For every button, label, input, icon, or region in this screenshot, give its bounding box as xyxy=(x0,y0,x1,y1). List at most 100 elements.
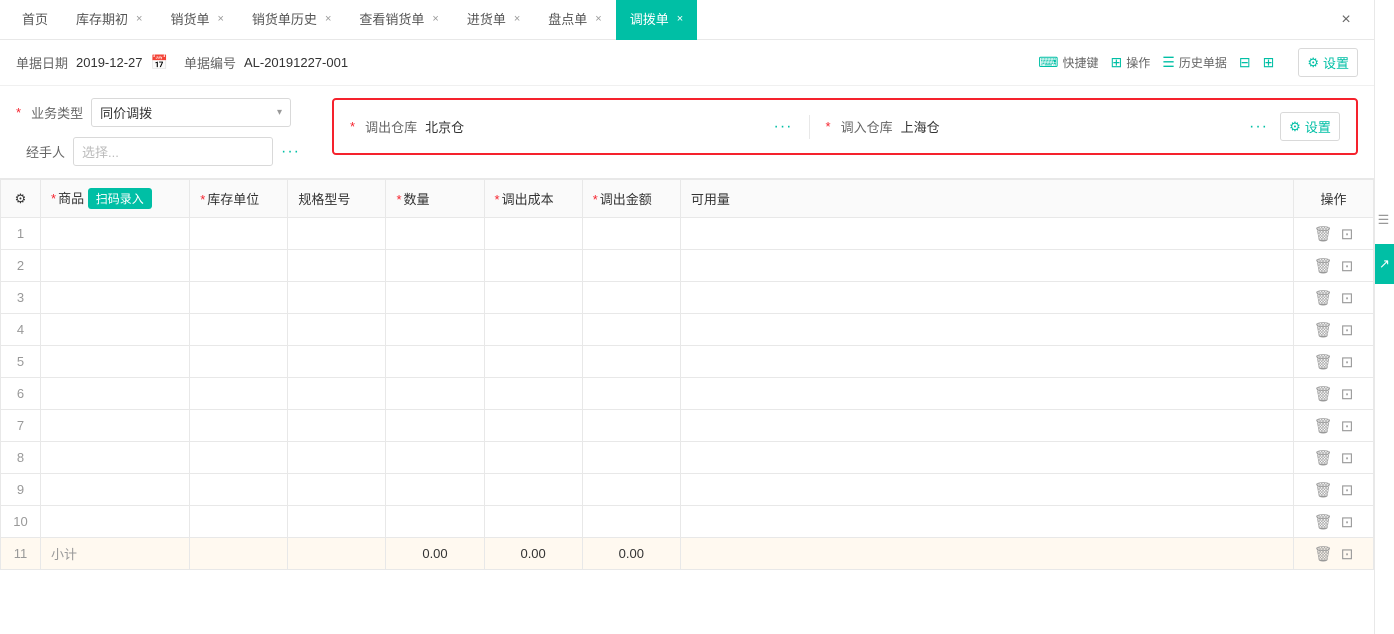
handler-input[interactable]: 选择... xyxy=(73,137,273,166)
tab-transfer[interactable]: 调拨单 × xyxy=(616,0,697,40)
delete-icon-7[interactable]: 🗑 xyxy=(1314,417,1333,435)
row-cost-10[interactable] xyxy=(484,506,582,538)
row-spec-8[interactable] xyxy=(288,442,386,474)
row-unit-6[interactable] xyxy=(190,378,288,410)
sidebar-export-icon[interactable]: ↗ xyxy=(1375,244,1394,284)
row-quantity-1[interactable] xyxy=(386,218,484,250)
row-available-2[interactable] xyxy=(680,250,1293,282)
copy-icon-10[interactable]: ⊡ xyxy=(1341,513,1354,531)
tab-inventory-init[interactable]: 库存期初 × xyxy=(62,0,156,40)
row-available-8[interactable] xyxy=(680,442,1293,474)
copy-icon[interactable]: ⊡ xyxy=(1341,545,1354,563)
copy-icon-5[interactable]: ⊡ xyxy=(1341,353,1354,371)
setting-button[interactable]: ⚙ 设置 xyxy=(1298,48,1358,77)
row-product-3[interactable] xyxy=(41,282,190,314)
delete-icon-6[interactable]: 🗑 xyxy=(1314,385,1333,403)
row-quantity-3[interactable] xyxy=(386,282,484,314)
row-quantity-9[interactable] xyxy=(386,474,484,506)
tab-purchase-close[interactable]: × xyxy=(514,13,520,25)
row-product-2[interactable] xyxy=(41,250,190,282)
row-amount-6[interactable] xyxy=(582,378,680,410)
row-amount-8[interactable] xyxy=(582,442,680,474)
copy-icon-7[interactable]: ⊡ xyxy=(1341,417,1354,435)
tab-sales-history[interactable]: 销货单历史 × xyxy=(238,0,345,40)
row-cost-7[interactable] xyxy=(484,410,582,442)
copy-icon-1[interactable]: ⊡ xyxy=(1341,225,1354,243)
handler-more-icon[interactable]: ··· xyxy=(281,143,300,161)
row-available-1[interactable] xyxy=(680,218,1293,250)
copy-icon-2[interactable]: ⊡ xyxy=(1341,257,1354,275)
copy-icon-9[interactable]: ⊡ xyxy=(1341,481,1354,499)
copy-icon-4[interactable]: ⊡ xyxy=(1341,321,1354,339)
copy-icon-6[interactable]: ⊡ xyxy=(1341,385,1354,403)
row-unit-5[interactable] xyxy=(190,346,288,378)
row-product-5[interactable] xyxy=(41,346,190,378)
row-amount-3[interactable] xyxy=(582,282,680,314)
copy-icon-3[interactable]: ⊡ xyxy=(1341,289,1354,307)
tab-sales-order-close[interactable]: × xyxy=(217,13,223,25)
row-spec-10[interactable] xyxy=(288,506,386,538)
row-product-9[interactable] xyxy=(41,474,190,506)
row-unit-10[interactable] xyxy=(190,506,288,538)
row-cost-1[interactable] xyxy=(484,218,582,250)
tab-sales-history-close[interactable]: × xyxy=(325,13,331,25)
delete-icon-1[interactable]: 🗑 xyxy=(1314,225,1333,243)
business-type-input[interactable]: 同价调拨 ▾ xyxy=(91,98,291,127)
row-unit-2[interactable] xyxy=(190,250,288,282)
row-cost-5[interactable] xyxy=(484,346,582,378)
row-cost-3[interactable] xyxy=(484,282,582,314)
calendar-icon[interactable]: 📅 xyxy=(151,54,168,71)
row-cost-6[interactable] xyxy=(484,378,582,410)
row-available-7[interactable] xyxy=(680,410,1293,442)
row-product-6[interactable] xyxy=(41,378,190,410)
row-unit-7[interactable] xyxy=(190,410,288,442)
row-spec-6[interactable] xyxy=(288,378,386,410)
row-available-5[interactable] xyxy=(680,346,1293,378)
scan-button[interactable]: 扫码录入 xyxy=(88,188,152,209)
tab-transfer-close[interactable]: × xyxy=(677,13,683,25)
delete-icon-8[interactable]: 🗑 xyxy=(1314,449,1333,467)
row-spec-1[interactable] xyxy=(288,218,386,250)
tab-purchase[interactable]: 进货单 × xyxy=(453,0,534,40)
delete-icon-9[interactable]: 🗑 xyxy=(1314,481,1333,499)
row-product-7[interactable] xyxy=(41,410,190,442)
row-amount-7[interactable] xyxy=(582,410,680,442)
row-spec-5[interactable] xyxy=(288,346,386,378)
row-spec-4[interactable] xyxy=(288,314,386,346)
tab-inventory-init-close[interactable]: × xyxy=(136,13,142,25)
row-unit-1[interactable] xyxy=(190,218,288,250)
row-available-6[interactable] xyxy=(680,378,1293,410)
row-product-1[interactable] xyxy=(41,218,190,250)
tab-inventory-count[interactable]: 盘点单 × xyxy=(534,0,615,40)
tab-view-sales[interactable]: 查看销货单 × xyxy=(345,0,452,40)
delete-icon-3[interactable]: 🗑 xyxy=(1314,289,1333,307)
layout-button[interactable]: ⊟ xyxy=(1239,54,1251,71)
table-container[interactable]: ⚙ *商品 扫码录入 *库存单位 规格型号 *数量 *调出成本 *调出金额 可用… xyxy=(0,178,1374,570)
row-cost-8[interactable] xyxy=(484,442,582,474)
row-amount-2[interactable] xyxy=(582,250,680,282)
row-spec-9[interactable] xyxy=(288,474,386,506)
delete-icon-4[interactable]: 🗑 xyxy=(1314,321,1333,339)
row-spec-7[interactable] xyxy=(288,410,386,442)
sidebar-list-icon[interactable]: ☰ xyxy=(1375,200,1394,240)
window-close-button[interactable]: × xyxy=(1326,0,1366,40)
row-cost-2[interactable] xyxy=(484,250,582,282)
row-product-8[interactable] xyxy=(41,442,190,474)
row-amount-10[interactable] xyxy=(582,506,680,538)
tab-view-sales-close[interactable]: × xyxy=(432,13,438,25)
warehouse-setting-button[interactable]: ⚙ 设置 xyxy=(1280,112,1340,141)
row-quantity-8[interactable] xyxy=(386,442,484,474)
operations-button[interactable]: ⊞ 操作 xyxy=(1111,54,1151,71)
row-unit-8[interactable] xyxy=(190,442,288,474)
delete-icon-5[interactable]: 🗑 xyxy=(1314,353,1333,371)
row-amount-4[interactable] xyxy=(582,314,680,346)
row-quantity-10[interactable] xyxy=(386,506,484,538)
row-spec-2[interactable] xyxy=(288,250,386,282)
tab-inventory-count-close[interactable]: × xyxy=(595,13,601,25)
row-unit-4[interactable] xyxy=(190,314,288,346)
row-spec-3[interactable] xyxy=(288,282,386,314)
tab-sales-order[interactable]: 销货单 × xyxy=(156,0,237,40)
row-product-10[interactable] xyxy=(41,506,190,538)
row-unit-3[interactable] xyxy=(190,282,288,314)
row-cost-4[interactable] xyxy=(484,314,582,346)
